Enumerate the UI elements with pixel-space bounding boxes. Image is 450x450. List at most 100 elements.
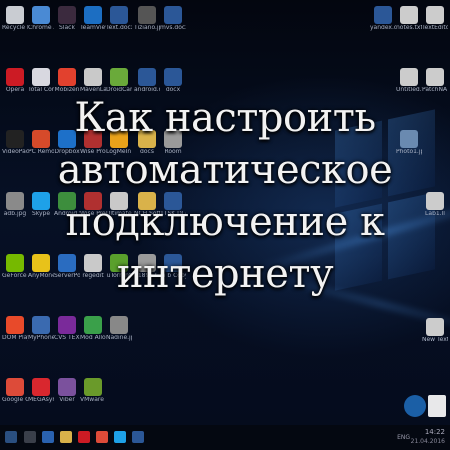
desktop-shortcut[interactable]: Tiziano.jpg [134, 6, 160, 32]
desktop-shortcut[interactable]: android.docx [134, 68, 160, 94]
overlay-title: Как настроить автоматическое подключение… [40, 92, 410, 300]
desktop-shortcut-label: MEGAsync [28, 397, 54, 403]
desktop-shortcut-label: VMware Workstation [80, 397, 106, 403]
taskbar: ENG 14:22 21.04.2016 [0, 425, 450, 450]
myphone-icon [32, 316, 50, 334]
edge-icon[interactable] [42, 431, 54, 443]
docx-icon [164, 6, 182, 24]
desktop-shortcut-label: mvs.docx [160, 25, 186, 31]
desktop-shortcut-label: Google Chrome [2, 397, 28, 403]
mobizen-icon [58, 68, 76, 86]
desktop-shortcut[interactable]: VideoPad Video Editor [2, 130, 28, 156]
desktop-shortcut[interactable]: Recycle Bin [2, 6, 28, 32]
total-commander-icon [32, 68, 50, 86]
start-icon[interactable] [5, 431, 17, 443]
desktop-shortcut-label: Lab1.ll [425, 211, 445, 217]
desktop-shortcut[interactable]: DOM Player [2, 316, 28, 342]
desktop-shortcut-label: New Text Document [422, 337, 448, 343]
desktop-shortcut[interactable]: MyPhoneEx... portable [28, 316, 54, 342]
desktop-shortcut[interactable]: yandex.docx [370, 6, 396, 32]
desktop-shortcut[interactable]: Text.docx [106, 6, 132, 32]
desktop-shortcut-label: Recycle Bin [2, 25, 28, 31]
desktop-shortcut[interactable]: Viber [54, 378, 80, 404]
image-file-icon [138, 6, 156, 24]
desktop-shortcut-label: Text.docx [106, 25, 132, 31]
desktop-screen: Recycle BinChrome App Launcher Slack TeamV… [0, 0, 450, 450]
text-file-icon [426, 318, 444, 336]
desktop-shortcut[interactable]: Google Chrome [2, 378, 28, 404]
title-line-1: Как настроить [74, 95, 376, 141]
file-icon [84, 68, 102, 86]
desktop-shortcut[interactable]: MEGAsync [28, 378, 54, 404]
desktop-shortcut[interactable]: TextEditor [422, 6, 448, 32]
desktop-shortcut[interactable]: New Text Document [422, 318, 448, 344]
recycle-bin-icon [6, 6, 24, 24]
desktop-shortcut[interactable]: Nadine.jpg Shortcut [106, 316, 132, 342]
file-icon [426, 68, 444, 86]
desktop-shortcut[interactable]: MavenLab... [80, 68, 106, 94]
desktop-shortcut[interactable]: notes.txt [396, 6, 422, 32]
droidcam-icon [110, 68, 128, 86]
docx-icon [110, 6, 128, 24]
desktop-shortcut[interactable]: Lab1.ll [422, 192, 448, 218]
desktop-shortcut[interactable]: Mobizen [54, 68, 80, 94]
vmware-icon [84, 378, 102, 396]
desktop-shortcut[interactable]: DroidCam [106, 68, 132, 94]
desktop-shortcut-label: Tiziano.jpg [134, 25, 160, 31]
desktop-shortcut[interactable]: Total Comman... [28, 68, 54, 94]
language-indicator[interactable]: ENG [397, 434, 410, 441]
desktop-shortcut[interactable]: VMware Workstation [80, 378, 106, 404]
shortcut-icon [110, 316, 128, 334]
file-icon [426, 6, 444, 24]
desktop-shortcut-label: CVS TEXT ... Editor.exe [54, 335, 80, 341]
desktop-shortcut[interactable]: adb.jpg [2, 192, 28, 218]
desktop-shortcut-label: Opera [5, 87, 25, 93]
desktop-shortcut-label: yandex.docx [370, 25, 396, 31]
docx-icon [138, 68, 156, 86]
mega-icon [32, 378, 50, 396]
desktop-shortcut[interactable]: Slack [54, 6, 80, 32]
desktop-shortcut[interactable]: Opera [2, 68, 28, 94]
network-widget[interactable] [404, 395, 426, 417]
text-file-icon [400, 6, 418, 24]
recorder-icon [84, 316, 102, 334]
desktop-shortcut[interactable]: GeForce Experience [2, 254, 28, 280]
word-icon[interactable] [132, 431, 144, 443]
notification-widget[interactable] [428, 395, 446, 417]
desktop-shortcut-label: Nadine.jpg Shortcut [106, 335, 132, 341]
desktop-shortcut[interactable]: mvs.docx [160, 6, 186, 32]
file-icon [426, 192, 444, 210]
desktop-shortcut-label: DOM Player [2, 335, 28, 341]
videopad-icon [6, 130, 24, 148]
desktop-shortcut-label: adb.jpg [3, 211, 27, 217]
desktop-shortcut[interactable]: CVS TEXT ... Editor.exe [54, 316, 80, 342]
geforce-icon [6, 254, 24, 272]
desktop-shortcut[interactable]: Untitled.txt [396, 68, 422, 94]
desktop-shortcut-label: Mod Allow Recorder 7.4 [80, 335, 106, 341]
clock-date[interactable]: 21.04.2016 [411, 438, 445, 445]
title-line-2: автоматическое [57, 147, 393, 193]
opera-icon[interactable] [78, 431, 90, 443]
desktop-shortcut[interactable]: Mod Allow Recorder 7.4 [80, 316, 106, 342]
desktop-shortcut-label: VideoPad Video Editor [2, 149, 28, 155]
image-file-icon [6, 192, 24, 210]
text-file-icon [400, 68, 418, 86]
tv-icon [58, 316, 76, 334]
skype-icon[interactable] [114, 431, 126, 443]
desktop-shortcut[interactable]: PatchNAT... [422, 68, 448, 94]
desktop-shortcut[interactable]: Chrome App Launcher [28, 6, 54, 32]
opera-icon [6, 68, 24, 86]
search-icon[interactable] [24, 431, 36, 443]
docx-icon [164, 68, 182, 86]
desktop-shortcut[interactable]: TeamViewer 11 [80, 6, 106, 32]
file-explorer-icon[interactable] [60, 431, 72, 443]
desktop-shortcut[interactable]: docx [160, 68, 186, 94]
desktop-shortcut-label: Viber [59, 397, 75, 403]
desktop-shortcut-label: Slack [59, 25, 75, 31]
desktop-shortcut-label: Chrome App Launcher [28, 25, 54, 31]
desktop-shortcut-label: PatchNAT... [422, 87, 448, 93]
clock-time[interactable]: 14:22 [425, 428, 445, 436]
teamviewer-icon [84, 6, 102, 24]
chrome-icon[interactable] [96, 431, 108, 443]
dom-player-icon [6, 316, 24, 334]
